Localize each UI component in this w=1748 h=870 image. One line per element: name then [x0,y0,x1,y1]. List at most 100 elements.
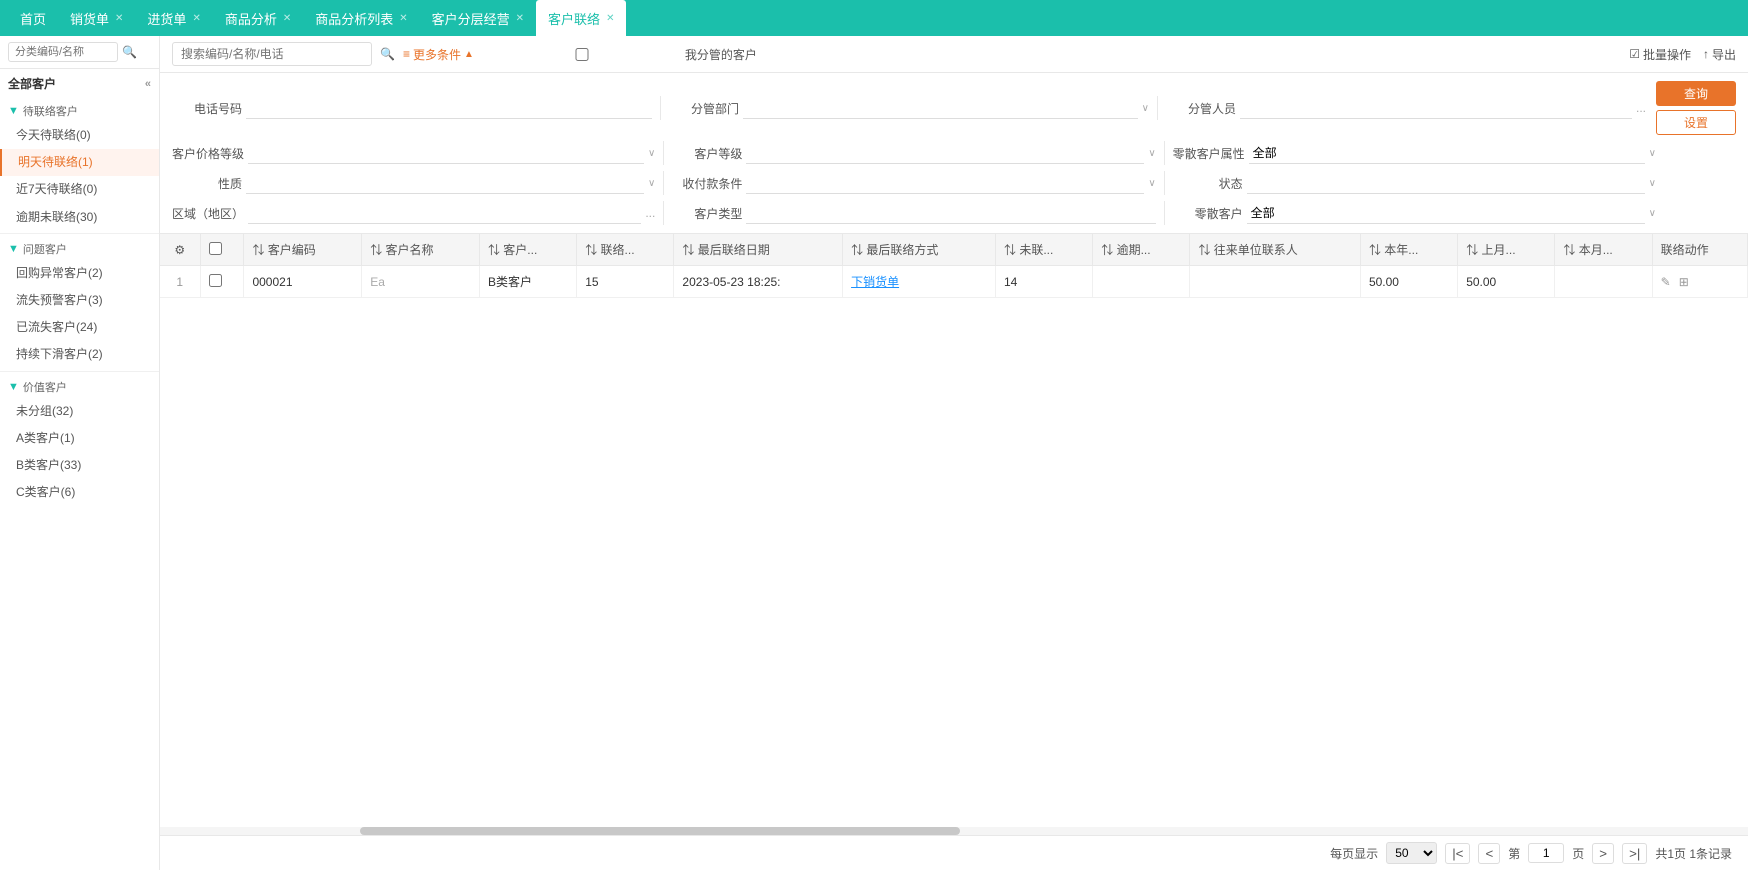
export-btn[interactable]: ↑ 导出 [1703,46,1736,63]
search-input[interactable] [172,42,372,66]
divider [663,141,664,165]
sort-icon: ⇅ [1198,243,1213,257]
sidebar-item-churn-warning[interactable]: 流失预警客户(3) [0,287,159,314]
sidebar-item-7day-contact[interactable]: 近7天待联络(0) [0,176,159,203]
sidebar-group-pending-contact[interactable]: ▼ 待联络客户 [0,98,159,122]
sidebar-item-declining[interactable]: 持续下滑客户(2) [0,341,159,368]
chevron-down-icon[interactable]: ∨ [648,148,655,159]
close-icon[interactable]: ✕ [192,13,200,24]
row-name: Ea [362,266,480,298]
horizontal-scrollbar[interactable] [160,827,1748,835]
price-level-input[interactable] [248,143,644,164]
person-input[interactable] [1240,98,1632,119]
checkbox-icon: ☑ [1629,47,1640,61]
page-last-btn[interactable]: >| [1622,843,1647,864]
region-input[interactable] [248,203,641,224]
sidebar-item-abnormal-repurchase[interactable]: 回购异常客户(2) [0,260,159,287]
page-prev-btn[interactable]: < [1478,843,1500,864]
page-first-btn[interactable]: |< [1445,843,1470,864]
chevron-down-icon[interactable]: ∨ [648,178,655,189]
more-conditions-btn[interactable]: ≡ 更多条件 ▲ [403,46,474,63]
chevron-down-icon[interactable]: ∨ [1649,178,1656,189]
row-last-month: 50.00 [1458,266,1555,298]
sidebar-all-customers[interactable]: 全部客户 « [0,69,159,98]
scrollbar-thumb[interactable] [360,827,960,835]
my-customers-checkbox[interactable]: 我分管的客户 [482,46,757,63]
table-row: 1000021EaB类客户152023-05-23 18:25:下销货单1450… [160,266,1748,298]
nature-input[interactable] [246,173,644,194]
edit-icon[interactable]: ✎ [1661,275,1671,289]
sidebar-item-class-b[interactable]: B类客户(33) [0,452,159,479]
dept-input[interactable] [743,98,1138,119]
close-icon[interactable]: ✕ [516,13,524,24]
row-select-checkbox[interactable] [209,274,222,287]
divider [1164,171,1165,195]
nav-home[interactable]: 首页 [8,0,58,36]
row-checkbox[interactable] [200,266,244,298]
retail-customer-field: 零散客户 ∨ [1173,203,1656,224]
nav-purchase[interactable]: 进货单 ✕ [135,0,212,36]
close-icon[interactable]: ✕ [399,13,407,24]
adv-filter-panel: 电话号码 分管部门 ∨ 分管人员 ... 查询 设置 [160,73,1748,234]
close-icon[interactable]: ✕ [283,13,291,24]
nav-customer-contact[interactable]: 客户联络 ✕ [536,0,626,36]
batch-op-btn[interactable]: ☑ 批量操作 [1629,46,1691,63]
payment-input[interactable] [746,173,1144,194]
search-icon[interactable]: 🔍 [380,47,395,61]
select-all-checkbox[interactable] [209,242,222,255]
sidebar-search-input[interactable] [8,42,118,62]
sidebar-item-overdue-contact[interactable]: 逾期未联络(30) [0,204,159,231]
nav-customer-layering[interactable]: 客户分层经营 ✕ [420,0,536,36]
retail-attr-input[interactable] [1249,143,1645,164]
customer-table: ⚙ ⇅ 客户编码 ⇅ 客户名称 ⇅ 客户... [160,234,1748,298]
close-icon[interactable]: ✕ [115,13,123,24]
page-input[interactable] [1528,843,1564,863]
customer-type-input[interactable] [746,203,1155,224]
close-icon[interactable]: ✕ [606,13,614,24]
status-input[interactable] [1247,173,1645,194]
row-last-method[interactable]: 下销货单 [843,266,996,298]
chevron-down-icon[interactable]: ∨ [1649,208,1656,219]
page-next-btn[interactable]: > [1592,843,1614,864]
more-icon[interactable]: ... [645,206,655,220]
nav-sales[interactable]: 销货单 ✕ [58,0,135,36]
sidebar-group-value-customer[interactable]: ▼ 价值客户 [0,374,159,398]
retail-customer-input[interactable] [1247,203,1645,224]
page-size-select[interactable]: 50 100 200 [1386,842,1437,864]
sidebar-search-icon[interactable]: 🔍 [122,45,137,59]
sidebar-item-today-contact[interactable]: 今天待联络(0) [0,122,159,149]
col-settings[interactable]: ⚙ [160,234,200,266]
nature-field: 性质 ∨ [172,173,655,194]
col-contact-count: ⇅ 联络... [577,234,674,266]
sidebar-item-tomorrow-contact[interactable]: 明天待联络(1) [0,149,159,176]
chevron-down-icon[interactable]: ∨ [1148,148,1155,159]
nav-product-analysis[interactable]: 商品分析 ✕ [213,0,303,36]
sidebar-item-class-c[interactable]: C类客户(6) [0,479,159,506]
table-wrapper: ⚙ ⇅ 客户编码 ⇅ 客户名称 ⇅ 客户... [160,234,1748,827]
chevron-down-icon[interactable]: ∨ [1142,103,1149,114]
phone-input[interactable] [246,98,652,119]
sidebar-group-problem-customer[interactable]: ▼ 问题客户 [0,236,159,260]
nav-product-analysis-list[interactable]: 商品分析列表 ✕ [303,0,419,36]
col-checkbox [200,234,244,266]
divider [663,171,664,195]
col-customer-code: ⇅ 客户编码 [244,234,362,266]
chevron-down-icon[interactable]: ∨ [1649,148,1656,159]
customer-level-input[interactable] [746,143,1144,164]
region-field: 区域（地区） ... [172,203,655,224]
more-icon[interactable]: ... [1636,101,1646,115]
export-icon: ↑ [1703,47,1709,61]
set-button[interactable]: 设置 [1656,110,1736,135]
query-button[interactable]: 查询 [1656,81,1736,106]
col-contact-action: 联络动作 [1652,234,1747,266]
row-contact-count: 15 [577,266,674,298]
row-customer-type: B类客户 [479,266,576,298]
sidebar-item-churned[interactable]: 已流失客户(24) [0,314,159,341]
sidebar-item-class-a[interactable]: A类客户(1) [0,425,159,452]
col-last-contact-method: ⇅ 最后联络方式 [843,234,996,266]
grid-icon[interactable]: ⊞ [1679,275,1689,289]
divider [0,233,159,234]
sidebar-item-ungrouped[interactable]: 未分组(32) [0,398,159,425]
sort-icon: ⇅ [1563,243,1578,257]
chevron-down-icon[interactable]: ∨ [1148,178,1155,189]
